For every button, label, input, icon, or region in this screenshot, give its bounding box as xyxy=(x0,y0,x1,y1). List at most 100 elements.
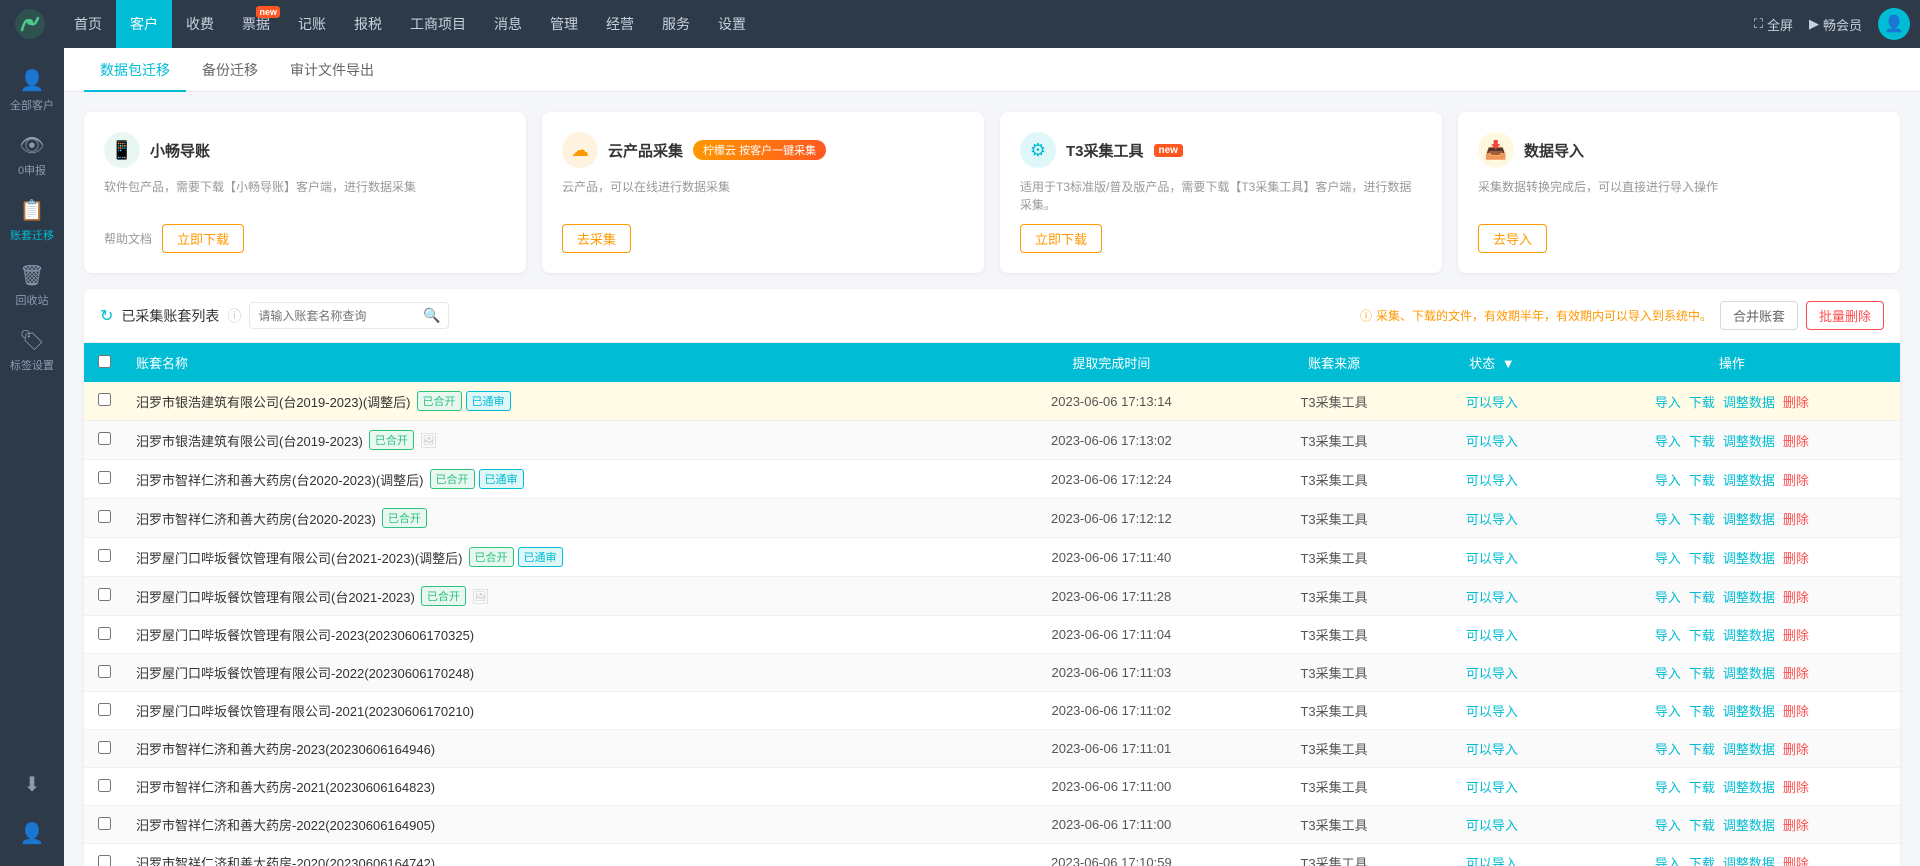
tab-backup-migrate[interactable]: 备份迁移 xyxy=(186,50,274,92)
import-action[interactable]: 导入 xyxy=(1655,739,1681,758)
adjust-data-action[interactable]: 调整数据 xyxy=(1723,548,1775,567)
nav-customer[interactable]: 客户 xyxy=(116,0,172,48)
delete-action[interactable]: 删除 xyxy=(1783,548,1809,567)
import-action[interactable]: 导入 xyxy=(1655,392,1681,411)
delete-action[interactable]: 删除 xyxy=(1783,739,1809,758)
help-doc-link[interactable]: 帮助文档 xyxy=(104,230,152,247)
import-action[interactable]: 导入 xyxy=(1655,431,1681,450)
nav-home[interactable]: 首页 xyxy=(60,0,116,48)
go-import-button[interactable]: 去导入 xyxy=(1478,224,1547,253)
delete-action[interactable]: 删除 xyxy=(1783,470,1809,489)
download-action[interactable]: 下载 xyxy=(1689,701,1715,720)
fullscreen-button[interactable]: ⛶ 全屏 xyxy=(1754,15,1793,34)
delete-action[interactable]: 删除 xyxy=(1783,587,1809,606)
sidebar-item-user[interactable]: 👤 xyxy=(0,811,64,856)
refresh-icon[interactable]: ↻ xyxy=(100,306,113,326)
status-filter-icon[interactable]: ▼ xyxy=(1502,356,1515,371)
adjust-data-action[interactable]: 调整数据 xyxy=(1723,587,1775,606)
cloud-collect-button[interactable]: 去采集 xyxy=(562,224,631,253)
adjust-data-action[interactable]: 调整数据 xyxy=(1723,431,1775,450)
row-checkbox[interactable] xyxy=(98,627,111,640)
tab-data-migrate[interactable]: 数据包迁移 xyxy=(84,50,186,92)
row-checkbox[interactable] xyxy=(98,665,111,678)
delete-action[interactable]: 删除 xyxy=(1783,625,1809,644)
row-checkbox[interactable] xyxy=(98,471,111,484)
select-all-checkbox[interactable] xyxy=(98,355,111,368)
import-action[interactable]: 导入 xyxy=(1655,853,1681,866)
adjust-data-action[interactable]: 调整数据 xyxy=(1723,509,1775,528)
batch-delete-button[interactable]: 批量删除 xyxy=(1806,301,1884,330)
download-action[interactable]: 下载 xyxy=(1689,392,1715,411)
import-action[interactable]: 导入 xyxy=(1655,701,1681,720)
row-checkbox[interactable] xyxy=(98,510,111,523)
import-action[interactable]: 导入 xyxy=(1655,587,1681,606)
delete-action[interactable]: 删除 xyxy=(1783,815,1809,834)
row-checkbox[interactable] xyxy=(98,549,111,562)
download-action[interactable]: 下载 xyxy=(1689,663,1715,682)
download-action[interactable]: 下载 xyxy=(1689,548,1715,567)
adjust-data-action[interactable]: 调整数据 xyxy=(1723,739,1775,758)
download-action[interactable]: 下载 xyxy=(1689,739,1715,758)
row-checkbox[interactable] xyxy=(98,855,111,866)
t3-download-button[interactable]: 立即下载 xyxy=(1020,224,1102,253)
nav-tax[interactable]: 报税 xyxy=(340,0,396,48)
adjust-data-action[interactable]: 调整数据 xyxy=(1723,853,1775,866)
download-action[interactable]: 下载 xyxy=(1689,625,1715,644)
download-action[interactable]: 下载 xyxy=(1689,470,1715,489)
sidebar-item-label-settings[interactable]: 🏷 标签设置 xyxy=(0,318,64,383)
nav-message[interactable]: 消息 xyxy=(480,0,536,48)
nav-fee[interactable]: 收费 xyxy=(172,0,228,48)
adjust-data-action[interactable]: 调整数据 xyxy=(1723,470,1775,489)
import-action[interactable]: 导入 xyxy=(1655,815,1681,834)
nav-accounting[interactable]: 记账 xyxy=(284,0,340,48)
import-action[interactable]: 导入 xyxy=(1655,509,1681,528)
row-checkbox[interactable] xyxy=(98,779,111,792)
download-action[interactable]: 下载 xyxy=(1689,777,1715,796)
adjust-data-action[interactable]: 调整数据 xyxy=(1723,663,1775,682)
sidebar-item-recycle[interactable]: 🗑 回收站 xyxy=(0,253,64,318)
delete-action[interactable]: 删除 xyxy=(1783,663,1809,682)
search-input[interactable] xyxy=(258,309,417,323)
member-button[interactable]: ▶ 畅会员 xyxy=(1809,15,1862,34)
row-checkbox[interactable] xyxy=(98,817,111,830)
delete-action[interactable]: 删除 xyxy=(1783,509,1809,528)
nav-settings[interactable]: 设置 xyxy=(704,0,760,48)
import-action[interactable]: 导入 xyxy=(1655,548,1681,567)
import-action[interactable]: 导入 xyxy=(1655,777,1681,796)
user-avatar[interactable]: 👤 xyxy=(1878,8,1910,40)
row-checkbox[interactable] xyxy=(98,741,111,754)
nav-manage[interactable]: 管理 xyxy=(536,0,592,48)
delete-action[interactable]: 删除 xyxy=(1783,701,1809,720)
nav-service[interactable]: 服务 xyxy=(648,0,704,48)
delete-action[interactable]: 删除 xyxy=(1783,431,1809,450)
import-action[interactable]: 导入 xyxy=(1655,470,1681,489)
row-checkbox[interactable] xyxy=(98,588,111,601)
adjust-data-action[interactable]: 调整数据 xyxy=(1723,701,1775,720)
nav-operation[interactable]: 经营 xyxy=(592,0,648,48)
xiaochang-download-button[interactable]: 立即下载 xyxy=(162,224,244,253)
row-checkbox[interactable] xyxy=(98,393,111,406)
sidebar-item-all-customer[interactable]: 👤 全部客户 xyxy=(0,58,64,123)
search-icon[interactable]: 🔍 xyxy=(423,307,440,324)
table-info-icon[interactable]: ⓘ xyxy=(227,306,241,326)
download-action[interactable]: 下载 xyxy=(1689,509,1715,528)
nav-bizproject[interactable]: 工商项目 xyxy=(396,0,480,48)
delete-action[interactable]: 删除 xyxy=(1783,392,1809,411)
row-checkbox[interactable] xyxy=(98,703,111,716)
sidebar-item-zero-report[interactable]: 👁 0申报 xyxy=(0,123,64,188)
sidebar-item-account-migrate[interactable]: 📋 账套迁移 xyxy=(0,188,64,253)
app-logo[interactable] xyxy=(10,4,50,44)
download-action[interactable]: 下载 xyxy=(1689,815,1715,834)
import-action[interactable]: 导入 xyxy=(1655,625,1681,644)
nav-invoice[interactable]: 票据 new xyxy=(228,0,284,48)
sidebar-item-download[interactable]: ⬇ xyxy=(0,762,64,807)
download-action[interactable]: 下载 xyxy=(1689,853,1715,866)
adjust-data-action[interactable]: 调整数据 xyxy=(1723,815,1775,834)
row-checkbox[interactable] xyxy=(98,432,111,445)
delete-action[interactable]: 删除 xyxy=(1783,853,1809,866)
tab-audit-export[interactable]: 审计文件导出 xyxy=(274,50,390,92)
merge-account-button[interactable]: 合并账套 xyxy=(1720,301,1798,330)
adjust-data-action[interactable]: 调整数据 xyxy=(1723,392,1775,411)
delete-action[interactable]: 删除 xyxy=(1783,777,1809,796)
adjust-data-action[interactable]: 调整数据 xyxy=(1723,777,1775,796)
